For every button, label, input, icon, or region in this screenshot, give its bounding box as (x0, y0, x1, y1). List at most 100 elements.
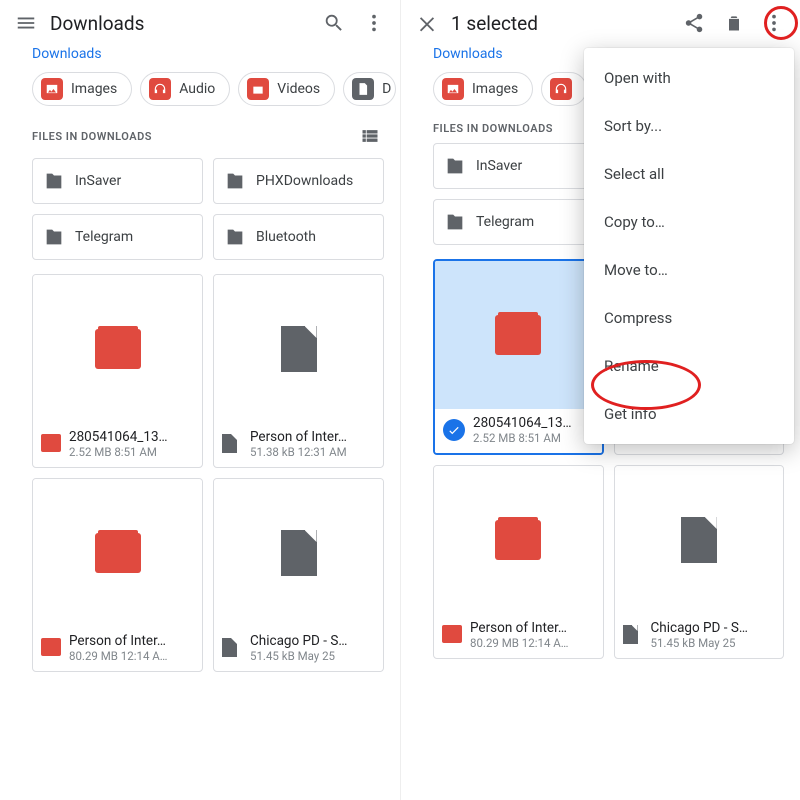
folder-item[interactable]: PHXDownloads (213, 158, 384, 204)
file-meta: 80.29 MB 12:14 A… (69, 649, 167, 663)
file-item-selected[interactable]: 280541064_13… 2.52 MB 8:51 AM (433, 259, 604, 455)
file-item[interactable]: Person of Inter… 80.29 MB 12:14 A… (32, 478, 203, 672)
chip-images[interactable]: Images (433, 72, 533, 106)
document-icon (681, 517, 717, 563)
chip-videos[interactable]: Videos (238, 72, 335, 106)
page-title: Downloads (50, 12, 144, 35)
folder-item[interactable]: Telegram (32, 214, 203, 260)
document-icon (222, 434, 242, 454)
video-icon (41, 638, 61, 658)
chip-label: Videos (277, 81, 320, 97)
list-view-icon[interactable] (356, 122, 384, 150)
section-label: FILES IN DOWNLOADS (433, 122, 553, 135)
section-header: FILES IN DOWNLOADS (0, 116, 400, 158)
file-item[interactable]: 280541064_13… 2.52 MB 8:51 AM (32, 274, 203, 468)
document-icon (222, 638, 242, 658)
video-icon (495, 315, 541, 355)
chip-label: Audio (179, 81, 215, 97)
file-thumbnail (214, 479, 383, 627)
appbar: Downloads (0, 0, 400, 46)
folder-grid: InSaver PHXDownloads Telegram Bluetooth (0, 158, 400, 264)
file-thumbnail (33, 275, 202, 423)
file-name: Chicago PD - S… (651, 620, 748, 636)
document-icon (352, 78, 374, 100)
folder-icon (444, 155, 466, 177)
document-icon (281, 530, 317, 576)
section-label: FILES IN DOWNLOADS (32, 130, 152, 143)
video-icon (442, 625, 462, 645)
audio-icon (149, 78, 171, 100)
file-name: 280541064_13… (69, 429, 168, 445)
delete-icon[interactable] (714, 3, 754, 43)
hamburger-icon[interactable] (6, 3, 46, 43)
left-screenshot: Downloads Downloads Images Audio Videos … (0, 0, 400, 800)
file-item[interactable]: Chicago PD - S… 51.45 kB May 25 (614, 465, 785, 659)
menu-rename[interactable]: Rename (584, 342, 794, 390)
more-icon[interactable] (354, 3, 394, 43)
video-icon (95, 533, 141, 573)
file-grid: 280541064_13… 2.52 MB 8:51 AM Person of … (0, 264, 400, 672)
folder-name: Bluetooth (256, 229, 316, 245)
file-name: Person of Inter… (250, 429, 347, 445)
folder-icon (224, 226, 246, 248)
file-item[interactable]: Person of Inter… 80.29 MB 12:14 A… (433, 465, 604, 659)
file-meta: 51.45 kB May 25 (250, 649, 347, 663)
menu-get-info[interactable]: Get info (584, 390, 794, 438)
menu-move-to[interactable]: Move to… (584, 246, 794, 294)
folder-item[interactable]: InSaver (32, 158, 203, 204)
folder-name: InSaver (75, 173, 121, 189)
chip-label: Images (71, 81, 117, 97)
chip-label: Images (472, 81, 518, 97)
video-icon (247, 78, 269, 100)
filter-chips: Images Audio Videos D (0, 64, 400, 116)
document-icon (281, 326, 317, 372)
menu-open-with[interactable]: Open with (584, 54, 794, 102)
file-name: Chicago PD - S… (250, 633, 347, 649)
search-icon[interactable] (314, 3, 354, 43)
menu-compress[interactable]: Compress (584, 294, 794, 342)
selected-check-icon (443, 419, 465, 441)
chip-images[interactable]: Images (32, 72, 132, 106)
file-name: Person of Inter… (470, 620, 568, 636)
menu-sort-by[interactable]: Sort by... (584, 102, 794, 150)
close-icon[interactable] (407, 3, 447, 43)
context-menu: Open with Sort by... Select all Copy to…… (584, 48, 794, 444)
folder-icon (444, 211, 466, 233)
folder-name: Telegram (75, 229, 133, 245)
video-icon (95, 329, 141, 369)
file-meta: 51.45 kB May 25 (651, 636, 748, 650)
folder-icon (224, 170, 246, 192)
share-icon[interactable] (674, 3, 714, 43)
audio-icon (550, 78, 572, 100)
folder-name: Telegram (476, 214, 534, 230)
image-icon (442, 78, 464, 100)
right-screenshot: 1 selected Downloads Images FILES IN DOW… (400, 0, 800, 800)
folder-item[interactable]: Bluetooth (213, 214, 384, 260)
chip-documents[interactable]: D (343, 72, 396, 106)
file-thumbnail (214, 275, 383, 423)
more-icon[interactable] (754, 3, 794, 43)
file-thumbnail (435, 261, 602, 409)
file-meta: 2.52 MB 8:51 AM (473, 431, 572, 445)
file-thumbnail (615, 466, 784, 614)
document-icon (623, 625, 643, 645)
image-icon (41, 78, 63, 100)
file-name: 280541064_13… (473, 415, 572, 431)
file-thumbnail (33, 479, 202, 627)
video-icon (495, 520, 541, 560)
video-icon (41, 434, 61, 454)
menu-copy-to[interactable]: Copy to… (584, 198, 794, 246)
file-meta: 51.38 kB 12:31 AM (250, 445, 347, 459)
file-thumbnail (434, 466, 603, 614)
chip-label: D (382, 81, 391, 97)
folder-icon (43, 170, 65, 192)
folder-name: InSaver (476, 158, 522, 174)
file-meta: 2.52 MB 8:51 AM (69, 445, 168, 459)
chip-audio[interactable]: Audio (140, 72, 230, 106)
file-item[interactable]: Person of Inter… 51.38 kB 12:31 AM (213, 274, 384, 468)
chip-audio[interactable] (541, 72, 587, 106)
file-item[interactable]: Chicago PD - S… 51.45 kB May 25 (213, 478, 384, 672)
menu-select-all[interactable]: Select all (584, 150, 794, 198)
folder-name: PHXDownloads (256, 173, 353, 189)
breadcrumb[interactable]: Downloads (0, 46, 400, 64)
